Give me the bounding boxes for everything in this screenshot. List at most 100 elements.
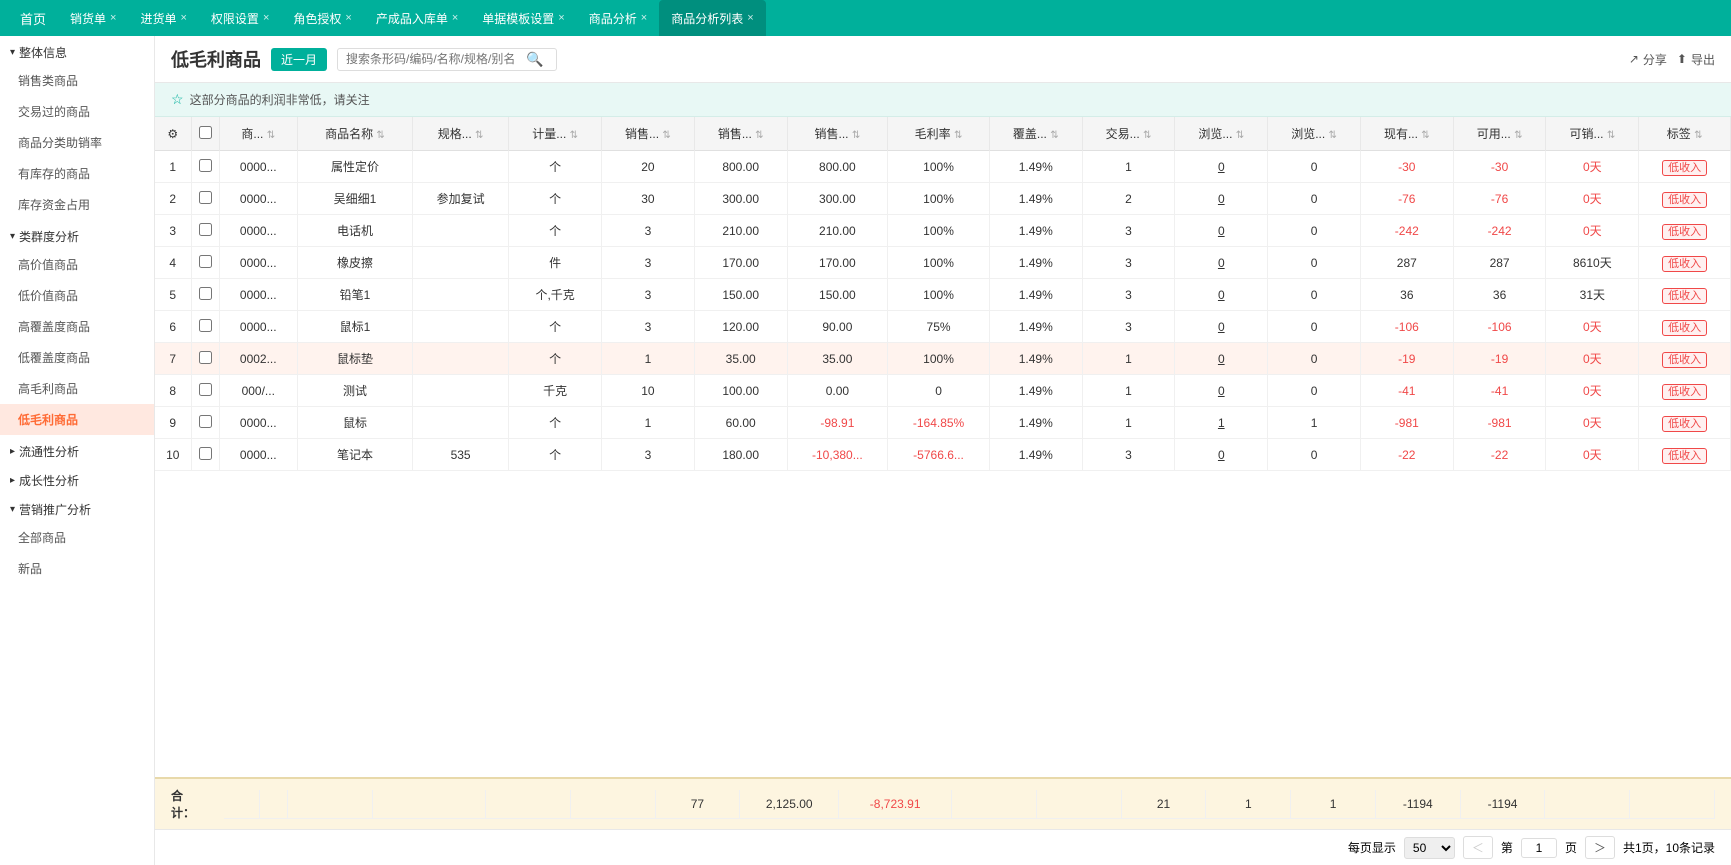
col-spec[interactable]: 规格... ⇅ [412, 117, 508, 151]
nav-analysis-list-close[interactable]: × [747, 12, 753, 24]
per-page-select[interactable]: 50 20 100 [1404, 837, 1455, 859]
sidebar-item-traded-goods[interactable]: 交易过的商品 [0, 96, 154, 127]
col-sales-qty[interactable]: 销售... ⇅ [602, 117, 695, 151]
cell-tag: 低收入 [1639, 343, 1731, 375]
nav-analysis-list[interactable]: 商品分析列表 × [659, 0, 765, 36]
cell-views1[interactable]: 0 [1175, 311, 1268, 343]
cell-sellable-days: 0天 [1546, 183, 1639, 215]
sidebar-item-high-margin[interactable]: 高毛利商品 [0, 373, 154, 404]
col-settings[interactable]: ⚙ [155, 117, 191, 151]
search-box[interactable]: 🔍 [337, 48, 557, 71]
nav-roles-close[interactable]: × [345, 12, 351, 24]
row-checkbox[interactable] [199, 255, 212, 268]
cell-checkbox[interactable] [191, 247, 219, 279]
sidebar-item-new-goods[interactable]: 新品 [0, 553, 154, 584]
search-icon[interactable]: 🔍 [526, 51, 543, 68]
sidebar-item-low-margin[interactable]: 低毛利商品 [0, 404, 154, 435]
share-button[interactable]: ↗ 分享 [1629, 51, 1667, 68]
cell-views1[interactable]: 0 [1175, 439, 1268, 471]
nav-analysis-close[interactable]: × [641, 12, 647, 24]
col-sales-amount[interactable]: 销售... ⇅ [787, 117, 888, 151]
nav-sales[interactable]: 销货单 × [58, 0, 128, 36]
sidebar-item-all-goods[interactable]: 全部商品 [0, 522, 154, 553]
export-button[interactable]: ⬆ 导出 [1677, 51, 1715, 68]
nav-roles[interactable]: 角色授权 × [281, 0, 363, 36]
col-stock-available[interactable]: 可用... ⇅ [1453, 117, 1546, 151]
col-code[interactable]: 商... ⇅ [219, 117, 298, 151]
cell-checkbox[interactable] [191, 279, 219, 311]
cell-checkbox[interactable] [191, 311, 219, 343]
col-gross-margin[interactable]: 毛利率 ⇅ [888, 117, 990, 151]
sidebar-group-liquidity[interactable]: ▸ 流通性分析 [0, 435, 154, 464]
sidebar-group-cluster[interactable]: ▾ 类群度分析 [0, 220, 154, 249]
sidebar-group-growth[interactable]: ▸ 成长性分析 [0, 464, 154, 493]
cell-checkbox[interactable] [191, 439, 219, 471]
table-row: 8 000/... 测试 千克 10 100.00 0.00 0 1.49% 1… [155, 375, 1731, 407]
nav-purchase-close[interactable]: × [180, 12, 186, 24]
row-checkbox[interactable] [199, 287, 212, 300]
cell-checkbox[interactable] [191, 183, 219, 215]
sidebar-item-high-value[interactable]: 高价值商品 [0, 249, 154, 280]
cell-tag: 低收入 [1639, 311, 1731, 343]
row-checkbox[interactable] [199, 191, 212, 204]
col-views1[interactable]: 浏览... ⇅ [1175, 117, 1268, 151]
nav-analysis[interactable]: 商品分析 × [577, 0, 659, 36]
nav-purchase[interactable]: 进货单 × [128, 0, 198, 36]
cell-views1[interactable]: 0 [1175, 343, 1268, 375]
cell-views1[interactable]: 0 [1175, 151, 1268, 183]
nav-permissions-close[interactable]: × [263, 12, 269, 24]
cell-views1[interactable]: 1 [1175, 407, 1268, 439]
cell-checkbox[interactable] [191, 215, 219, 247]
cell-views1[interactable]: 0 [1175, 375, 1268, 407]
cell-checkbox[interactable] [191, 375, 219, 407]
row-checkbox[interactable] [199, 319, 212, 332]
col-coverage[interactable]: 覆盖... ⇅ [989, 117, 1082, 151]
col-views2[interactable]: 浏览... ⇅ [1268, 117, 1361, 151]
col-trade[interactable]: 交易... ⇅ [1082, 117, 1175, 151]
row-checkbox[interactable] [199, 383, 212, 396]
sidebar-item-in-stock[interactable]: 有库存的商品 [0, 158, 154, 189]
row-checkbox[interactable] [199, 415, 212, 428]
col-name[interactable]: 商品名称 ⇅ [298, 117, 413, 151]
nav-permissions[interactable]: 权限设置 × [199, 0, 281, 36]
prev-page-button[interactable]: ＜ [1463, 836, 1493, 859]
cell-views1[interactable]: 0 [1175, 215, 1268, 247]
cell-sales-price: 100.00 [694, 375, 787, 407]
sidebar-item-low-value[interactable]: 低价值商品 [0, 280, 154, 311]
nav-templates-close[interactable]: × [558, 12, 564, 24]
row-checkbox[interactable] [199, 223, 212, 236]
sidebar-item-low-coverage[interactable]: 低覆盖度商品 [0, 342, 154, 373]
sidebar-item-category-rate[interactable]: 商品分类助销率 [0, 127, 154, 158]
cell-views1[interactable]: 0 [1175, 279, 1268, 311]
nav-templates[interactable]: 单据模板设置 × [470, 0, 576, 36]
cell-checkbox[interactable] [191, 151, 219, 183]
sidebar-item-capital[interactable]: 库存资金占用 [0, 189, 154, 220]
sidebar-group-overall[interactable]: ▾ 整体信息 [0, 36, 154, 65]
next-page-button[interactable]: ＞ [1585, 836, 1615, 859]
search-input[interactable] [346, 52, 526, 66]
col-checkbox[interactable] [191, 117, 219, 151]
row-checkbox[interactable] [199, 159, 212, 172]
nav-products[interactable]: 产成品入库单 × [364, 0, 470, 36]
col-unit[interactable]: 计量... ⇅ [509, 117, 602, 151]
col-stock-current[interactable]: 现有... ⇅ [1360, 117, 1453, 151]
cell-stock-available: -22 [1453, 439, 1546, 471]
cell-views1[interactable]: 0 [1175, 247, 1268, 279]
cell-checkbox[interactable] [191, 407, 219, 439]
page-input[interactable] [1521, 838, 1557, 858]
row-checkbox[interactable] [199, 351, 212, 364]
col-sellable-days[interactable]: 可销... ⇅ [1546, 117, 1639, 151]
row-checkbox[interactable] [199, 447, 212, 460]
nav-home[interactable]: 首页 [8, 0, 58, 36]
col-sales-price[interactable]: 销售... ⇅ [694, 117, 787, 151]
col-tag[interactable]: 标签 ⇅ [1639, 117, 1731, 151]
nav-sales-close[interactable]: × [110, 12, 116, 24]
sidebar-item-sales-goods[interactable]: 销售类商品 [0, 65, 154, 96]
select-all-checkbox[interactable] [199, 126, 212, 139]
sidebar-group-marketing[interactable]: ▾ 营销推广分析 [0, 493, 154, 522]
date-filter-button[interactable]: 近一月 [271, 48, 327, 71]
sidebar-item-high-coverage[interactable]: 高覆盖度商品 [0, 311, 154, 342]
cell-views1[interactable]: 0 [1175, 183, 1268, 215]
nav-products-close[interactable]: × [452, 12, 458, 24]
cell-checkbox[interactable] [191, 343, 219, 375]
